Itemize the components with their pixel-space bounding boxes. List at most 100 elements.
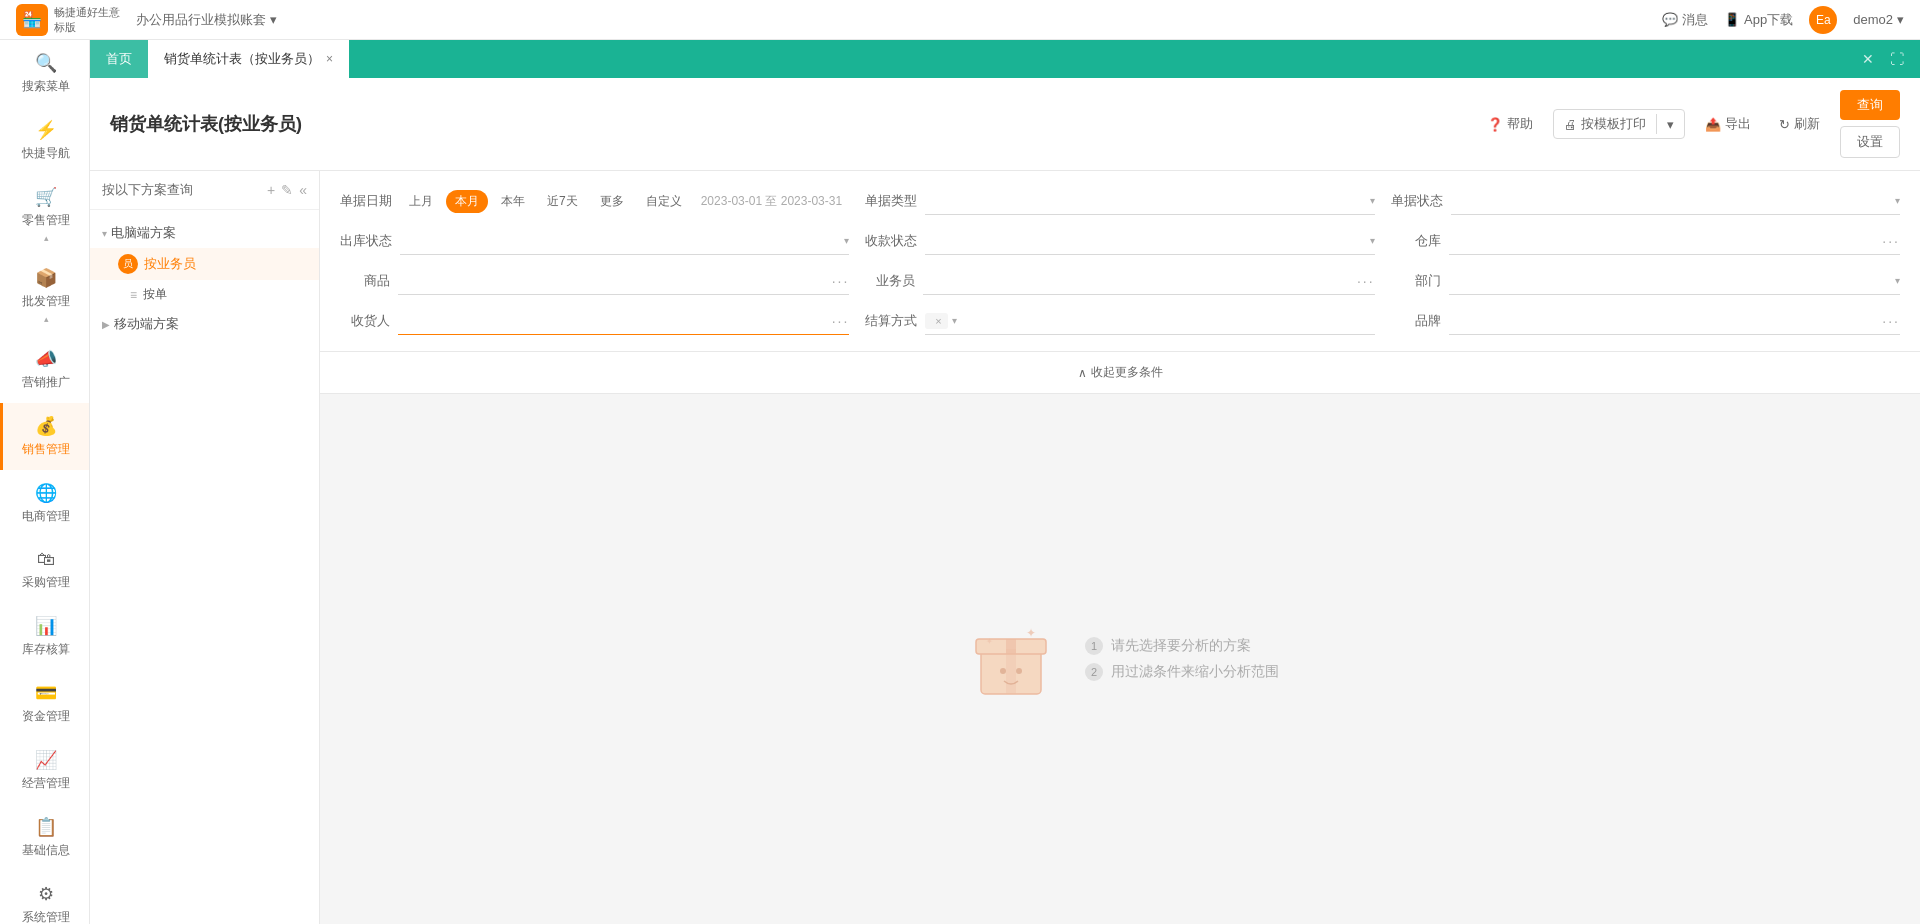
sidebar-item-sales[interactable]: 💰 销售管理: [0, 403, 89, 470]
tree-group-pc: ▾ 电脑端方案 员 按业务员 ≡ 按单: [90, 218, 319, 309]
tree-group-mobile-arrow: ▶: [102, 319, 110, 330]
user-dropdown-icon: ▾: [1897, 12, 1904, 27]
finance-icon: 💳: [35, 682, 57, 704]
app-download-button[interactable]: 📱 App下载: [1724, 11, 1793, 29]
right-area: 单据日期 上月 本月 本年 近7天 更多 自定义: [320, 171, 1920, 924]
settlement-tag-close[interactable]: ×: [935, 315, 941, 327]
sidebar-item-basic[interactable]: 📋 基础信息: [0, 804, 89, 871]
warehouse-dots[interactable]: ···: [1882, 233, 1900, 249]
sidebar: 🔍 搜索菜单 ⚡ 快捷导航 🛒 零售管理 ▴ 📦 批发管理 ▴ 📣 营销推广 💰…: [0, 40, 90, 924]
empty-tip-2: 2 用过滤条件来缩小分析范围: [1085, 663, 1279, 681]
salesperson-dots[interactable]: ···: [1357, 273, 1375, 289]
print-dropdown-button[interactable]: ▾: [1657, 112, 1684, 137]
doc-status-arrow: ▾: [1895, 195, 1900, 206]
export-icon: 📤: [1705, 117, 1721, 132]
goods-dots[interactable]: ···: [832, 273, 850, 289]
sidebar-item-search[interactable]: 🔍 搜索菜单: [0, 40, 89, 107]
consignee-input-wrap[interactable]: ···: [398, 307, 849, 335]
svg-text:✦: ✦: [1026, 626, 1036, 640]
username-label[interactable]: demo2 ▾: [1853, 12, 1904, 27]
add-scheme-button[interactable]: +: [267, 182, 275, 198]
dept-arrow: ▾: [1895, 275, 1900, 286]
help-button[interactable]: ❓ 帮助: [1479, 111, 1541, 137]
tab-bar-expand-icon[interactable]: ⛶: [1886, 47, 1908, 71]
date-last-month-btn[interactable]: 上月: [400, 190, 442, 213]
app-selector[interactable]: 办公用品行业模拟账套 ▾: [128, 7, 285, 33]
download-icon: 📱: [1724, 12, 1740, 27]
date-range-text: 2023-03-01 至 2023-03-31: [701, 193, 842, 210]
page-title: 销货单统计表(按业务员): [110, 112, 302, 136]
doc-status-select[interactable]: ▾: [1451, 187, 1900, 215]
date-this-month-btn[interactable]: 本月: [446, 190, 488, 213]
date-7days-btn[interactable]: 近7天: [538, 190, 587, 213]
svg-point-6: [1000, 668, 1006, 674]
svg-point-7: [1016, 668, 1022, 674]
salesperson-icon: 员: [118, 254, 138, 274]
tab-sales-stats[interactable]: 销货单统计表（按业务员） ×: [148, 40, 349, 78]
doc-type-select[interactable]: ▾: [925, 187, 1374, 215]
tree-group-pc-header[interactable]: ▾ 电脑端方案: [90, 218, 319, 248]
collapse-panel-button[interactable]: «: [299, 182, 307, 198]
wholesale-icon: 📦: [35, 267, 57, 289]
filter-consignee: 收货人 ···: [340, 307, 849, 335]
filter-salesperson: 业务员 ···: [865, 267, 1374, 295]
warehouse-select[interactable]: ···: [1449, 227, 1900, 255]
empty-tips: 1 请先选择要分析的方案 2 用过滤条件来缩小分析范围: [1085, 637, 1279, 681]
tree-sub-item-order[interactable]: ≡ 按单: [90, 280, 319, 309]
sidebar-item-finance[interactable]: 💳 资金管理: [0, 670, 89, 737]
date-filter-group: 上月 本月 本年 近7天 更多 自定义 2023-03-01 至 2023-03…: [400, 190, 849, 213]
sidebar-item-system[interactable]: ⚙ 系统管理: [0, 871, 89, 924]
settlement-tag-wrap[interactable]: × ▾: [925, 307, 1374, 335]
sidebar-item-shortcut[interactable]: ⚡ 快捷导航: [0, 107, 89, 174]
out-status-select[interactable]: ▾: [400, 227, 849, 255]
sidebar-item-operation[interactable]: 📈 经营管理: [0, 737, 89, 804]
print-dropdown-icon: ▾: [1667, 117, 1674, 132]
sidebar-item-ecommerce[interactable]: 🌐 电商管理: [0, 470, 89, 537]
query-button[interactable]: 查询: [1840, 90, 1900, 120]
dept-select[interactable]: ▾: [1449, 267, 1900, 295]
date-custom-btn[interactable]: 自定义: [637, 190, 691, 213]
date-this-year-btn[interactable]: 本年: [492, 190, 534, 213]
print-icon: 🖨: [1564, 117, 1577, 132]
goods-select[interactable]: ···: [398, 267, 849, 295]
settings-button[interactable]: 设置: [1840, 126, 1900, 158]
sidebar-item-wholesale[interactable]: 📦 批发管理 ▴: [0, 255, 89, 336]
tab-close-button[interactable]: ×: [326, 52, 333, 66]
sidebar-item-marketing[interactable]: 📣 营销推广: [0, 336, 89, 403]
tab-bar-close-icon[interactable]: ✕: [1858, 47, 1878, 71]
purchase-icon: 🛍: [37, 549, 55, 570]
tab-home[interactable]: 首页: [90, 40, 148, 78]
date-more-btn[interactable]: 更多: [591, 190, 633, 213]
doc-type-arrow: ▾: [1370, 195, 1375, 206]
brand-select[interactable]: ···: [1449, 307, 1900, 335]
retail-expand-icon: ▴: [44, 233, 49, 243]
sidebar-item-retail[interactable]: 🛒 零售管理 ▴: [0, 174, 89, 255]
filter-dept: 部门 ▾: [1391, 267, 1900, 295]
inventory-icon: 📊: [35, 615, 57, 637]
print-button[interactable]: 🖨 按模板打印: [1554, 110, 1656, 138]
retail-icon: 🛒: [35, 186, 57, 208]
collapse-button[interactable]: ∧ 收起更多条件: [1066, 360, 1175, 385]
brand-dots[interactable]: ···: [1882, 313, 1900, 329]
export-button[interactable]: 📤 导出: [1697, 111, 1759, 137]
salesperson-select[interactable]: ···: [923, 267, 1374, 295]
refresh-button[interactable]: ↻ 刷新: [1771, 111, 1828, 137]
collect-status-select[interactable]: ▾: [925, 227, 1374, 255]
sidebar-item-purchase[interactable]: 🛍 采购管理: [0, 537, 89, 603]
message-button[interactable]: 💬 消息: [1662, 11, 1708, 29]
ecommerce-icon: 🌐: [35, 482, 57, 504]
empty-state: ✦ ✦ 1: [320, 394, 1920, 924]
avatar[interactable]: Ea: [1809, 6, 1837, 34]
logo-icon: 🏪: [16, 4, 48, 36]
filter-brand: 品牌 ···: [1391, 307, 1900, 335]
filter-goods: 商品 ···: [340, 267, 849, 295]
print-button-group: 🖨 按模板打印 ▾: [1553, 109, 1685, 139]
sales-icon: 💰: [35, 415, 57, 437]
sidebar-item-inventory[interactable]: 📊 库存核算: [0, 603, 89, 670]
consignee-dots[interactable]: ···: [832, 313, 850, 329]
settlement-arrow: ▾: [952, 315, 957, 326]
edit-scheme-button[interactable]: ✎: [281, 182, 293, 198]
tree-item-salesperson[interactable]: 员 按业务员: [90, 248, 319, 280]
consignee-input[interactable]: [398, 313, 832, 328]
tree-group-mobile[interactable]: ▶ 移动端方案: [90, 309, 319, 339]
